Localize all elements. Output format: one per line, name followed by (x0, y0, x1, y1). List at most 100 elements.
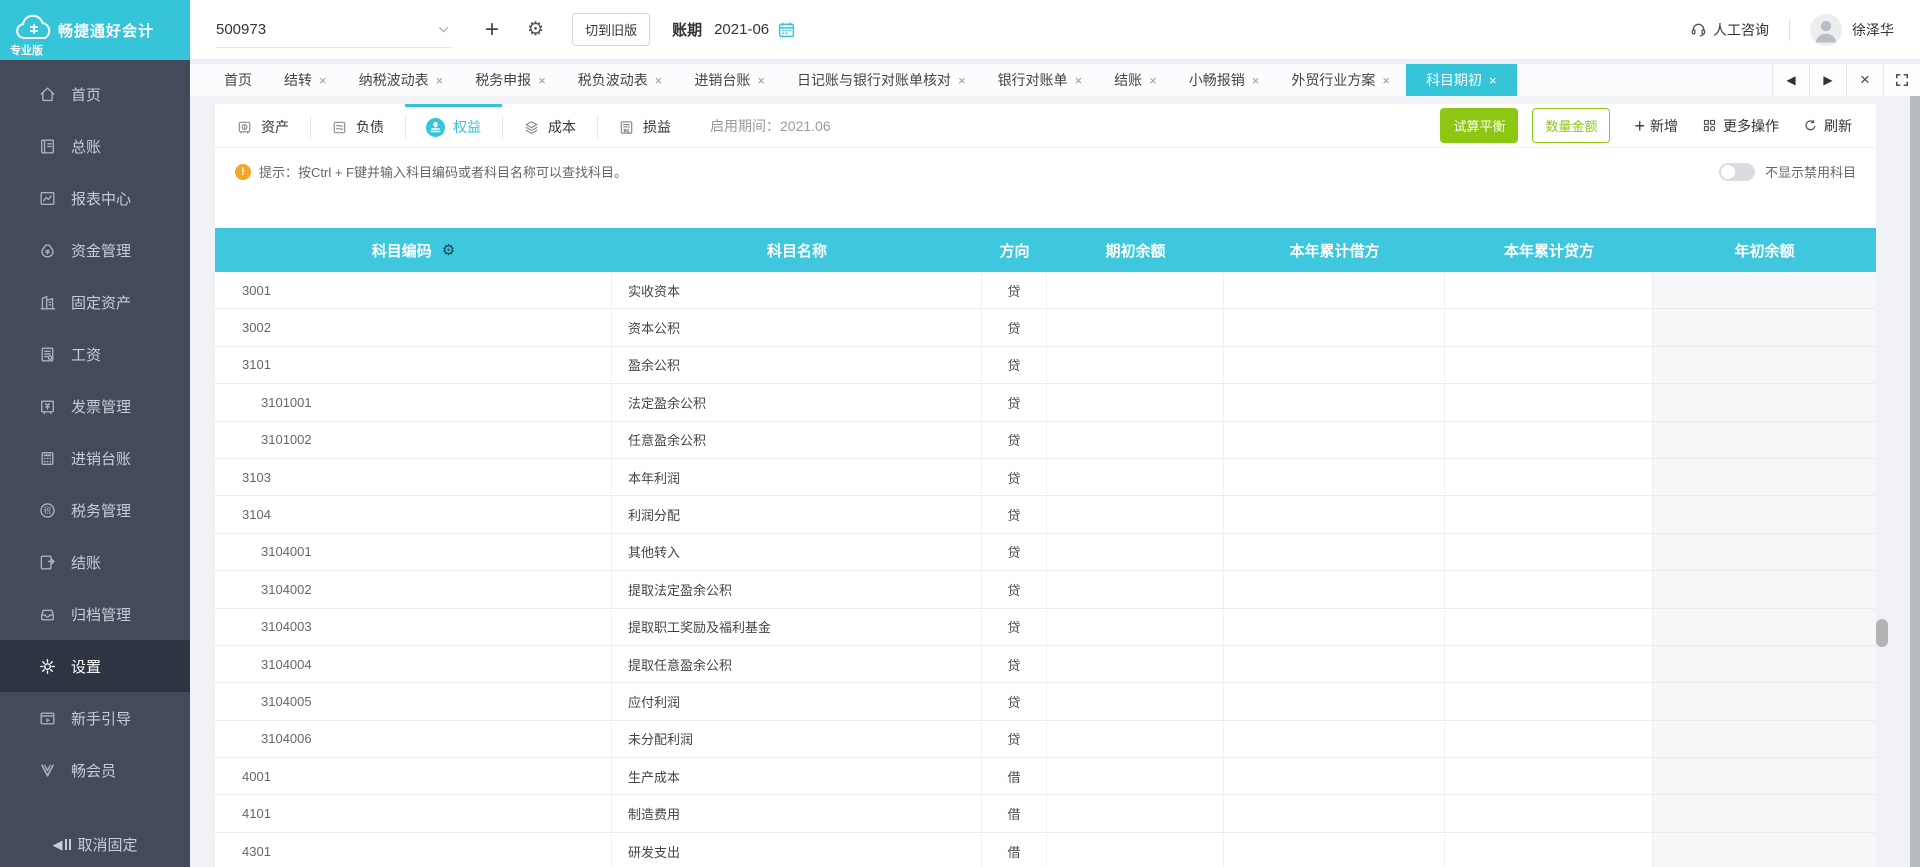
table-row[interactable]: 3104005 应付利润 贷 (215, 683, 1876, 721)
column-header-code[interactable]: 科目编码 ⚙ (215, 228, 612, 272)
avatar[interactable] (1810, 13, 1842, 46)
initial-balance-cell[interactable] (1653, 533, 1876, 571)
initial-balance-cell[interactable] (1653, 421, 1876, 458)
table-row[interactable]: 3103 本年利润 贷 (215, 458, 1876, 497)
category-tab-权益[interactable]: 权益 (405, 104, 502, 147)
table-row[interactable]: 3104004 提取任意盈余公积 贷 (215, 645, 1876, 684)
fullscreen-button[interactable] (1883, 64, 1920, 96)
initial-balance-cell[interactable] (1653, 309, 1876, 346)
ytd-debit-cell[interactable] (1224, 272, 1445, 309)
ytd-debit-cell[interactable] (1224, 645, 1445, 683)
opening-balance-cell[interactable] (1047, 272, 1224, 309)
table-row[interactable]: 4001 生产成本 借 (215, 758, 1876, 796)
unpin-button[interactable]: ◀ 取消固定 (0, 834, 190, 855)
window-scrollbar[interactable] (1910, 96, 1920, 867)
close-tab-icon[interactable]: × (1252, 73, 1260, 88)
ytd-credit-cell[interactable] (1445, 832, 1653, 867)
initial-balance-cell[interactable] (1653, 272, 1876, 309)
close-tab-icon[interactable]: × (436, 73, 444, 88)
add-company-icon[interactable]: + (485, 17, 499, 42)
logo-block[interactable]: 畅捷通好会计 专业版 (0, 0, 190, 60)
document-tab[interactable]: 日记账与银行对账单核对 × (781, 64, 982, 96)
trial-balance-button[interactable]: 试算平衡 (1440, 108, 1519, 143)
ytd-credit-cell[interactable] (1445, 683, 1653, 720)
add-button[interactable]: + 新增 (1634, 116, 1678, 136)
table-row[interactable]: 3104006 未分配利润 贷 (215, 720, 1876, 759)
document-tab[interactable]: 外贸行业方案 × (1275, 64, 1406, 96)
ytd-debit-cell[interactable] (1224, 496, 1445, 533)
close-tab-icon[interactable]: × (538, 73, 546, 88)
ytd-credit-cell[interactable] (1445, 571, 1653, 608)
table-row[interactable]: 3101001 法定盈余公积 贷 (215, 384, 1876, 422)
table-row[interactable]: 3104003 提取职工奖励及福利基金 贷 (215, 608, 1876, 646)
column-header-ytd-credit[interactable]: 本年累计贷方 (1445, 228, 1653, 272)
sidebar-item-结账[interactable]: 结账 (0, 536, 190, 588)
opening-balance-cell[interactable] (1047, 309, 1224, 346)
initial-balance-cell[interactable] (1653, 496, 1876, 533)
opening-balance-cell[interactable] (1047, 421, 1224, 458)
company-select[interactable]: 500973 (216, 21, 451, 48)
column-header-direction[interactable]: 方向 (982, 228, 1047, 272)
period-value[interactable]: 2021-06 (714, 21, 769, 38)
initial-balance-cell[interactable] (1653, 346, 1876, 384)
table-row[interactable]: 4301 研发支出 借 (215, 832, 1876, 867)
document-tab[interactable]: 纳税波动表 × (343, 64, 460, 96)
sidebar-item-首页[interactable]: 首页 (0, 68, 190, 120)
tabs-scroll-left-button[interactable]: ◀ (1772, 64, 1809, 96)
ytd-debit-cell[interactable] (1224, 346, 1445, 384)
ytd-credit-cell[interactable] (1445, 496, 1653, 533)
document-tab[interactable]: 税务申报 × (459, 64, 562, 96)
support-button[interactable]: 人工咨询 (1690, 20, 1769, 40)
document-tab[interactable]: 银行对账单 × (982, 64, 1099, 96)
opening-balance-cell[interactable] (1047, 645, 1224, 683)
sidebar-item-固定资产[interactable]: 固定资产 (0, 276, 190, 328)
opening-balance-cell[interactable] (1047, 533, 1224, 571)
table-scrollbar-thumb[interactable] (1876, 619, 1888, 647)
ytd-credit-cell[interactable] (1445, 421, 1653, 458)
category-tab-成本[interactable]: 成本 (502, 104, 597, 147)
ytd-credit-cell[interactable] (1445, 720, 1653, 758)
opening-balance-cell[interactable] (1047, 571, 1224, 608)
opening-balance-cell[interactable] (1047, 758, 1224, 795)
close-tab-icon[interactable]: × (1489, 73, 1497, 88)
table-row[interactable]: 3104 利润分配 贷 (215, 496, 1876, 534)
initial-balance-cell[interactable] (1653, 645, 1876, 683)
ytd-debit-cell[interactable] (1224, 421, 1445, 458)
sidebar-item-总账[interactable]: 总账 (0, 120, 190, 172)
sidebar-item-进销台账[interactable]: 进销台账 (0, 432, 190, 484)
opening-balance-cell[interactable] (1047, 608, 1224, 645)
ytd-credit-cell[interactable] (1445, 645, 1653, 683)
initial-balance-cell[interactable] (1653, 608, 1876, 645)
opening-balance-cell[interactable] (1047, 683, 1224, 720)
opening-balance-cell[interactable] (1047, 496, 1224, 533)
table-row[interactable]: 3001 实收资本 贷 (215, 272, 1876, 310)
document-tab[interactable]: 小畅报销 × (1173, 64, 1276, 96)
ytd-debit-cell[interactable] (1224, 458, 1445, 496)
sidebar-item-设置[interactable]: 设置 (0, 640, 190, 692)
category-tab-资产[interactable]: 资产 (215, 104, 310, 147)
sidebar-item-归档管理[interactable]: 归档管理 (0, 588, 190, 640)
document-tab[interactable]: 首页 (208, 64, 268, 96)
tabs-close-button[interactable]: × (1846, 64, 1883, 96)
ytd-debit-cell[interactable] (1224, 758, 1445, 795)
ytd-credit-cell[interactable] (1445, 758, 1653, 795)
column-header-ytd-debit[interactable]: 本年累计借方 (1224, 228, 1445, 272)
opening-balance-cell[interactable] (1047, 832, 1224, 867)
sidebar-item-资金管理[interactable]: 资金管理 (0, 224, 190, 276)
column-header-name[interactable]: 科目名称 (612, 228, 982, 272)
close-tab-icon[interactable]: × (1382, 73, 1390, 88)
switch-old-version-button[interactable]: 切到旧版 (572, 13, 651, 46)
ytd-debit-cell[interactable] (1224, 309, 1445, 346)
table-row[interactable]: 3002 资本公积 贷 (215, 309, 1876, 347)
close-tab-icon[interactable]: × (1149, 73, 1157, 88)
tabs-scroll-right-button[interactable]: ▶ (1809, 64, 1846, 96)
document-tab[interactable]: 结转 × (268, 64, 343, 96)
initial-balance-cell[interactable] (1653, 384, 1876, 421)
close-tab-icon[interactable]: × (757, 73, 765, 88)
initial-balance-cell[interactable] (1653, 758, 1876, 795)
ytd-debit-cell[interactable] (1224, 608, 1445, 645)
initial-balance-cell[interactable] (1653, 458, 1876, 496)
refresh-button[interactable]: 刷新 (1803, 116, 1852, 136)
sidebar-item-新手引导[interactable]: 新手引导 (0, 692, 190, 744)
close-tab-icon[interactable]: × (655, 73, 663, 88)
